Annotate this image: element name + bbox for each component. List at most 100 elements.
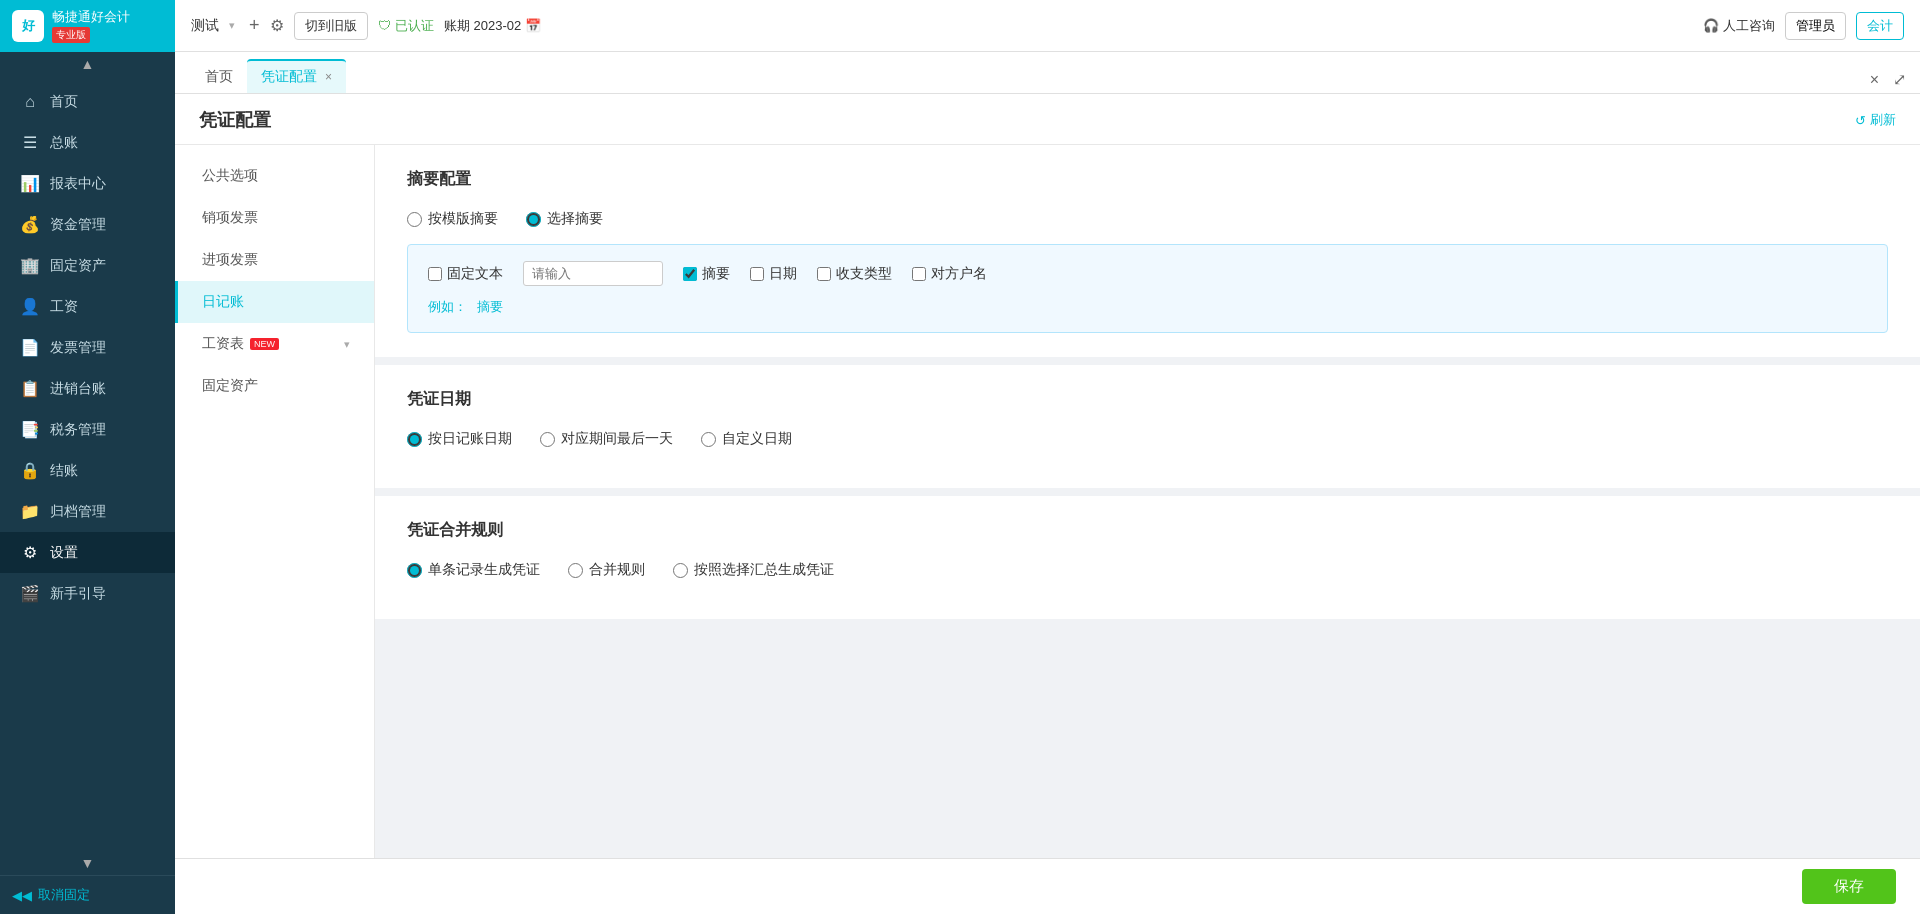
sidebar-scroll-up[interactable]: ▲ bbox=[0, 52, 175, 76]
company-chevron-icon[interactable]: ▾ bbox=[229, 19, 235, 32]
shield-icon: 🛡 bbox=[378, 18, 391, 33]
sidebar-item-payroll[interactable]: 👤 工资 bbox=[0, 286, 175, 327]
sidebar-item-tax[interactable]: 📑 税务管理 bbox=[0, 409, 175, 450]
topbar-add-icon[interactable]: + bbox=[249, 15, 260, 36]
checkbox-counterparty-input[interactable] bbox=[912, 267, 926, 281]
sidebar-item-label: 工资 bbox=[50, 298, 78, 316]
tab-bar: 首页 凭证配置 × × ⤢ bbox=[175, 52, 1920, 94]
page-container: 凭证配置 ↺ 刷新 公共选项 销项发票 进项发票 日记账 工资表 bbox=[175, 94, 1920, 914]
checkbox-date-label[interactable]: 日期 bbox=[750, 265, 797, 283]
sidebar-item-guide[interactable]: 🎬 新手引导 bbox=[0, 573, 175, 614]
radio-template-input[interactable] bbox=[407, 212, 422, 227]
config-content: 摘要配置 按模版摘要 选择摘要 bbox=[375, 145, 1920, 858]
user-button[interactable]: 管理员 bbox=[1785, 12, 1846, 40]
radio-merge-label[interactable]: 合并规则 bbox=[568, 561, 645, 579]
config-nav-sales-invoice[interactable]: 销项发票 bbox=[175, 197, 374, 239]
merge-radio-group: 单条记录生成凭证 合并规则 按照选择汇总生成凭证 bbox=[407, 561, 1888, 579]
sidebar-item-capital[interactable]: 💰 资金管理 bbox=[0, 204, 175, 245]
tab-close-button[interactable]: × bbox=[1866, 67, 1883, 93]
fixed-text-input[interactable] bbox=[523, 261, 663, 286]
checkbox-date-text: 日期 bbox=[769, 265, 797, 283]
sidebar-item-label: 归档管理 bbox=[50, 503, 106, 521]
radio-period-last-label[interactable]: 对应期间最后一天 bbox=[540, 430, 673, 448]
checkbox-date-input[interactable] bbox=[750, 267, 764, 281]
service-button[interactable]: 🎧 人工咨询 bbox=[1703, 17, 1775, 35]
closing-icon: 🔒 bbox=[20, 461, 40, 480]
tab-close-icon[interactable]: × bbox=[325, 70, 332, 84]
checkbox-summary-label[interactable]: 摘要 bbox=[683, 265, 730, 283]
checkbox-summary-input[interactable] bbox=[683, 267, 697, 281]
switch-old-version-button[interactable]: 切到旧版 bbox=[294, 12, 368, 40]
radio-journal-date-label[interactable]: 按日记账日期 bbox=[407, 430, 512, 448]
sidebar-item-label: 进销台账 bbox=[50, 380, 106, 398]
radio-single-input[interactable] bbox=[407, 563, 422, 578]
radio-custom-date-text: 自定义日期 bbox=[722, 430, 792, 448]
config-nav-purchase-invoice[interactable]: 进项发票 bbox=[175, 239, 374, 281]
tax-icon: 📑 bbox=[20, 420, 40, 439]
tab-voucher-config[interactable]: 凭证配置 × bbox=[247, 59, 346, 93]
radio-template-label[interactable]: 按模版摘要 bbox=[407, 210, 498, 228]
tab-active-label: 凭证配置 bbox=[261, 68, 317, 86]
calendar-icon[interactable]: 📅 bbox=[525, 18, 541, 33]
refresh-icon: ↺ bbox=[1855, 113, 1866, 128]
config-nav-payroll-table[interactable]: 工资表 NEW ▾ bbox=[175, 323, 374, 365]
radio-select-summary-input[interactable] bbox=[673, 563, 688, 578]
radio-journal-date-input[interactable] bbox=[407, 432, 422, 447]
sidebar-item-label: 发票管理 bbox=[50, 339, 106, 357]
certified-label: 已认证 bbox=[395, 17, 434, 35]
service-label: 人工咨询 bbox=[1723, 17, 1775, 35]
topbar-settings-icon[interactable]: ⚙ bbox=[270, 16, 284, 35]
sidebar-item-ledger[interactable]: ☰ 总账 bbox=[0, 122, 175, 163]
sidebar-item-label: 结账 bbox=[50, 462, 78, 480]
checkbox-payment-type-text: 收支类型 bbox=[836, 265, 892, 283]
radio-custom-date-input[interactable] bbox=[701, 432, 716, 447]
sidebar-item-assets[interactable]: 🏢 固定资产 bbox=[0, 245, 175, 286]
config-nav-journal[interactable]: 日记账 bbox=[175, 281, 374, 323]
checkbox-counterparty-label[interactable]: 对方户名 bbox=[912, 265, 987, 283]
ledger-icon: ☰ bbox=[20, 133, 40, 152]
radio-select-input[interactable] bbox=[526, 212, 541, 227]
radio-period-last-input[interactable] bbox=[540, 432, 555, 447]
sidebar-item-settings[interactable]: ⚙ 设置 bbox=[0, 532, 175, 573]
invoice-icon: 📄 bbox=[20, 338, 40, 357]
radio-custom-date-label[interactable]: 自定义日期 bbox=[701, 430, 792, 448]
config-nav-fixed-assets[interactable]: 固定资产 bbox=[175, 365, 374, 407]
capital-icon: 💰 bbox=[20, 215, 40, 234]
example-row: 例如： 摘要 bbox=[428, 298, 1867, 316]
checkbox-fixed-text-label[interactable]: 固定文本 bbox=[428, 265, 503, 283]
page-footer: 保存 bbox=[175, 858, 1920, 914]
sidebar-item-label: 设置 bbox=[50, 544, 78, 562]
sidebar-item-closing[interactable]: 🔒 结账 bbox=[0, 450, 175, 491]
merge-section: 凭证合并规则 单条记录生成凭证 合并规则 bbox=[375, 496, 1920, 627]
sidebar-item-sales[interactable]: 📋 进销台账 bbox=[0, 368, 175, 409]
radio-template-text: 按模版摘要 bbox=[428, 210, 498, 228]
checkbox-fixed-text-input[interactable] bbox=[428, 267, 442, 281]
checkbox-payment-type-input[interactable] bbox=[817, 267, 831, 281]
sidebar-scroll-down[interactable]: ▼ bbox=[0, 851, 175, 875]
date-radio-group: 按日记账日期 对应期间最后一天 自定义日期 bbox=[407, 430, 1888, 448]
radio-select-summary-label[interactable]: 按照选择汇总生成凭证 bbox=[673, 561, 834, 579]
page-title: 凭证配置 bbox=[199, 108, 271, 132]
sidebar-item-label: 资金管理 bbox=[50, 216, 106, 234]
sidebar-item-home[interactable]: ⌂ 首页 bbox=[0, 82, 175, 122]
sidebar-item-invoice[interactable]: 📄 发票管理 bbox=[0, 327, 175, 368]
radio-select-summary-text: 按照选择汇总生成凭证 bbox=[694, 561, 834, 579]
radio-merge-input[interactable] bbox=[568, 563, 583, 578]
checkbox-payment-type-label[interactable]: 收支类型 bbox=[817, 265, 892, 283]
tab-expand-button[interactable]: ⤢ bbox=[1889, 66, 1910, 93]
reports-icon: 📊 bbox=[20, 174, 40, 193]
role-button[interactable]: 会计 bbox=[1856, 12, 1904, 40]
tab-home[interactable]: 首页 bbox=[191, 59, 247, 93]
summary-title: 摘要配置 bbox=[407, 169, 1888, 190]
radio-single-label[interactable]: 单条记录生成凭证 bbox=[407, 561, 540, 579]
sidebar-item-archive[interactable]: 📁 归档管理 bbox=[0, 491, 175, 532]
save-button[interactable]: 保存 bbox=[1802, 869, 1896, 904]
sidebar-item-label: 首页 bbox=[50, 93, 78, 111]
sidebar-cancel-fixed[interactable]: ◀◀ 取消固定 bbox=[0, 875, 175, 914]
config-nav-public[interactable]: 公共选项 bbox=[175, 155, 374, 197]
radio-select-label[interactable]: 选择摘要 bbox=[526, 210, 603, 228]
payroll-chevron-icon: ▾ bbox=[344, 338, 350, 351]
sidebar-item-reports[interactable]: 📊 报表中心 bbox=[0, 163, 175, 204]
refresh-button[interactable]: ↺ 刷新 bbox=[1855, 111, 1896, 129]
sidebar-item-label: 总账 bbox=[50, 134, 78, 152]
